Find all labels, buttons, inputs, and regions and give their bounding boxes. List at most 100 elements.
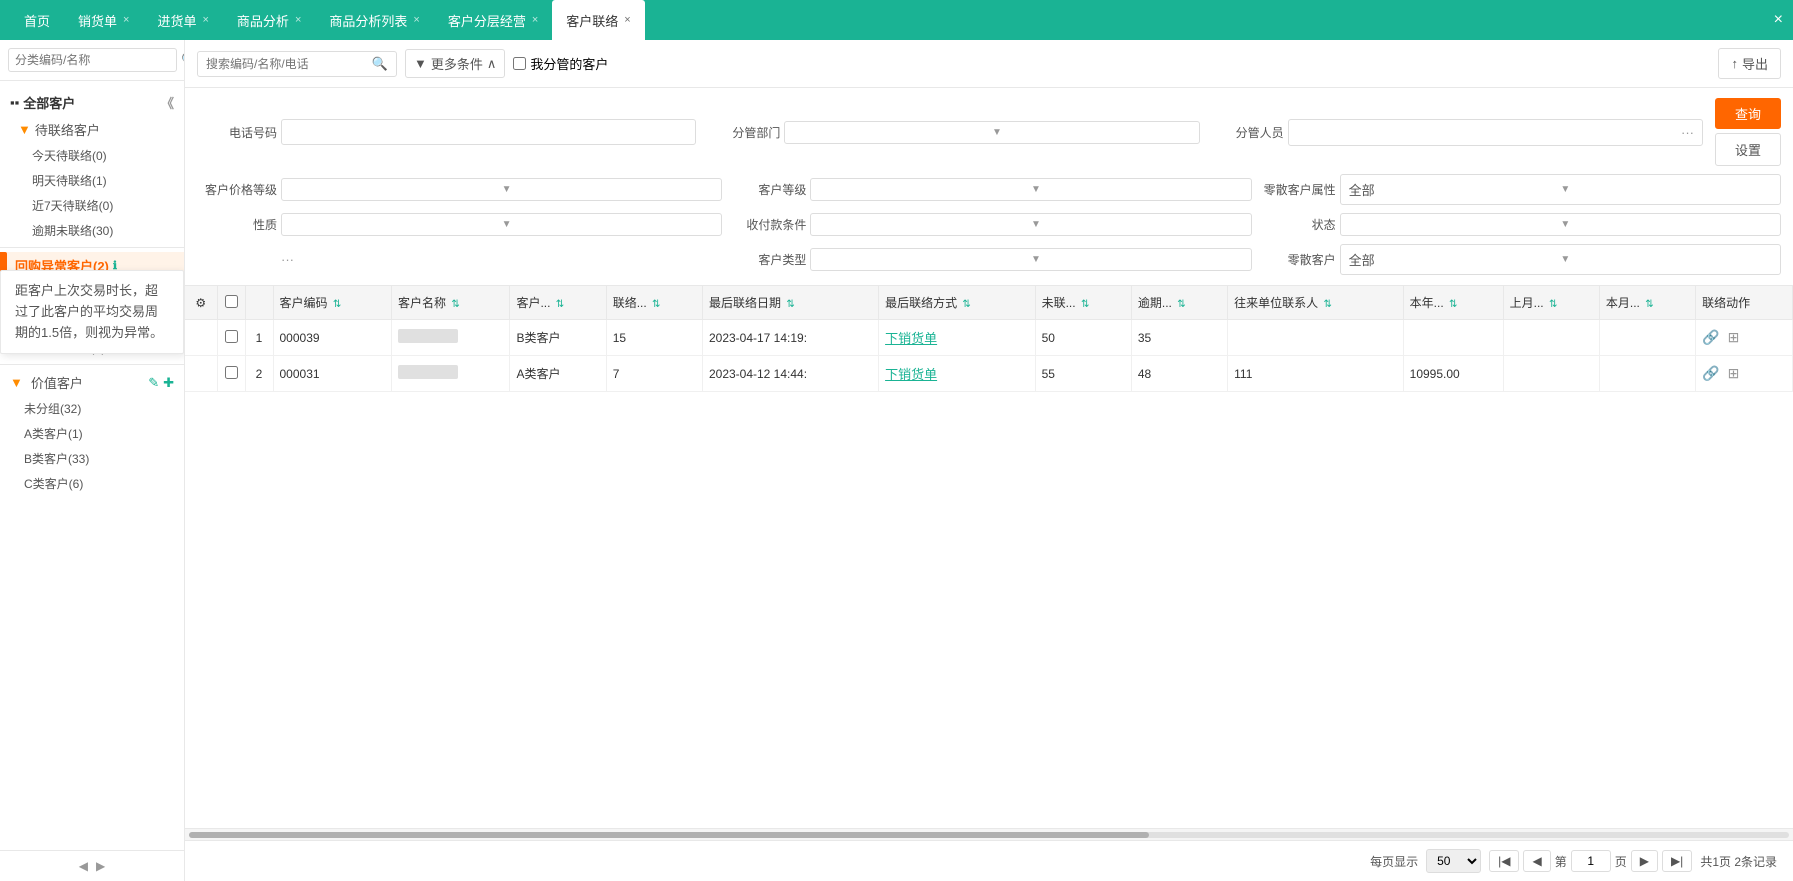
close-icon[interactable]: × (413, 14, 419, 26)
scrollbar-track[interactable] (189, 832, 1789, 838)
filter-row-2: 客户价格等级 ▼ 客户等级 ▼ 零散客户属性 全部 (197, 174, 1781, 205)
export-button[interactable]: ↑ 导出 (1718, 48, 1781, 79)
customer-type-label: 客户类型 (726, 251, 806, 268)
search-input[interactable] (206, 57, 372, 71)
more-dots-btn[interactable]: ··· (281, 252, 294, 267)
my-customer-checkbox[interactable] (513, 57, 526, 70)
phone-input[interactable] (281, 119, 696, 145)
sidebar-item-class-a[interactable]: A类客户(1) (0, 421, 184, 446)
nav-item-home[interactable]: 首页 (10, 0, 64, 40)
code-col-header[interactable]: 客户编码 ⇅ (273, 286, 391, 320)
checkbox-col-header[interactable] (217, 286, 245, 320)
per-page-select[interactable]: 50 100 200 (1426, 849, 1481, 873)
search-icon[interactable]: 🔍 (372, 56, 388, 72)
more-icon[interactable]: ··· (1681, 125, 1694, 140)
unit-contact-col-header[interactable]: 往来单位联系人 ⇅ (1228, 286, 1404, 320)
action-link-icon[interactable]: 🔗 (1702, 329, 1719, 346)
nav-item-purchase[interactable]: 进货单 × (143, 0, 222, 40)
close-icon[interactable]: × (295, 14, 301, 26)
checkbox-cell[interactable] (217, 320, 245, 356)
sidebar-item-class-c[interactable]: C类客户(6) (0, 471, 184, 496)
settings-col-header[interactable]: ⚙ (185, 286, 217, 320)
sidebar-item-today[interactable]: 今天待联络(0) (8, 143, 184, 168)
nav-item-analysis-list[interactable]: 商品分析列表 × (315, 0, 433, 40)
row-checkbox[interactable] (225, 330, 238, 343)
retail-attr-select[interactable]: 全部 ▼ (1340, 174, 1781, 205)
sort-icon: ⇅ (1449, 299, 1457, 310)
edit-icon[interactable]: ✎ (148, 375, 159, 391)
my-customer-checkbox-wrapper[interactable]: 我分管的客户 (513, 54, 608, 73)
sidebar-item-ungroup[interactable]: 未分组(32) (0, 396, 184, 421)
setting-button[interactable]: 设置 (1715, 133, 1781, 166)
sidebar-item-overdue[interactable]: 逾期未联络(30) (8, 218, 184, 243)
sidebar-divider2 (0, 364, 184, 365)
sidebar-search-input[interactable] (8, 48, 177, 72)
type-col-header[interactable]: 客户... ⇅ (510, 286, 606, 320)
last-page-button[interactable]: ▶| (1662, 850, 1692, 872)
query-button[interactable]: 查询 (1715, 98, 1781, 129)
last-contact-method-cell[interactable]: 下销货单 (879, 320, 1036, 356)
contact-count-col-header[interactable]: 联络... ⇅ (606, 286, 702, 320)
action-cell: 🔗 ⊞ (1696, 356, 1793, 392)
next-arrow[interactable]: ▶ (96, 859, 105, 873)
collapse-icon[interactable]: 《 (161, 93, 174, 112)
filter-row-3: 性质 ▼ 收付款条件 ▼ 状态 (197, 213, 1781, 236)
close-icon[interactable]: × (532, 14, 538, 26)
uncontacted-col-header[interactable]: 未联... ⇅ (1035, 286, 1131, 320)
grade-select[interactable]: ▼ (810, 178, 1251, 201)
per-page-label: 每页显示 (1370, 853, 1418, 870)
more-filter-button[interactable]: ▼ 更多条件 ∧ (405, 49, 505, 78)
name-col-header[interactable]: 客户名称 ⇅ (391, 286, 509, 320)
plus-icon[interactable]: ✚ (163, 375, 174, 391)
select-all-checkbox[interactable] (225, 295, 238, 308)
next-page-button[interactable]: ▶ (1631, 850, 1658, 872)
last-month-col-header[interactable]: 上月... ⇅ (1503, 286, 1599, 320)
sidebar-item-7days[interactable]: 近7天待联络(0) (8, 193, 184, 218)
nature-select[interactable]: ▼ (281, 213, 722, 236)
nav-item-customer-layers[interactable]: 客户分层经营 × (434, 0, 552, 40)
close-icon[interactable]: × (624, 14, 630, 26)
checkbox-cell[interactable] (217, 356, 245, 392)
price-grade-select[interactable]: ▼ (281, 178, 722, 201)
chevron-down-icon: ▼ (1560, 219, 1772, 230)
close-icon[interactable]: × (123, 14, 129, 26)
payment-select[interactable]: ▼ (810, 213, 1251, 236)
last-contact-method-col-header[interactable]: 最后联络方式 ⇅ (879, 286, 1036, 320)
nav-item-sales[interactable]: 销货单 × (64, 0, 143, 40)
sidebar-item-tomorrow[interactable]: 明天待联络(1) (8, 168, 184, 193)
filter-group-retail-customer: 零散客户 全部 ▼ (1256, 244, 1781, 275)
nav-item-customer-contact[interactable]: 客户联络 × (552, 0, 644, 40)
overdue-col-header[interactable]: 逾期... ⇅ (1131, 286, 1227, 320)
pending-contact-title[interactable]: ▼ 待联络客户 (8, 116, 184, 143)
action-link-icon[interactable]: 🔗 (1702, 365, 1719, 382)
value-customer-group-title[interactable]: ▼ 价值客户 ✎ ✚ (0, 369, 184, 396)
action-grid-icon[interactable]: ⊞ (1728, 365, 1740, 382)
row-checkbox[interactable] (225, 366, 238, 379)
phone-label: 电话号码 (197, 124, 277, 141)
page-nav: |◀ ◀ 第 页 ▶ ▶| (1489, 850, 1692, 872)
code-cell: 000039 (273, 320, 391, 356)
last-contact-method-cell[interactable]: 下销货单 (879, 356, 1036, 392)
search-icon[interactable]: 🔍 (181, 52, 185, 68)
customer-type-select[interactable]: ▼ (810, 248, 1251, 271)
dept-select[interactable]: ▼ (784, 121, 1199, 144)
close-all-button[interactable]: × (1774, 11, 1783, 29)
sidebar-item-class-b[interactable]: B类客户(33) (0, 446, 184, 471)
prev-arrow[interactable]: ◀ (79, 859, 88, 873)
retail-customer-select[interactable]: 全部 ▼ (1340, 244, 1781, 275)
this-month-col-header[interactable]: 本月... ⇅ (1599, 286, 1695, 320)
scrollbar-thumb[interactable] (189, 832, 1149, 838)
status-select[interactable]: ▼ (1340, 213, 1781, 236)
action-grid-icon[interactable]: ⊞ (1728, 329, 1740, 346)
this-year-col-header[interactable]: 本年... ⇅ (1403, 286, 1503, 320)
sidebar-divider (0, 247, 184, 248)
manager-input-wrapper: ··· (1288, 119, 1703, 146)
page-input[interactable] (1571, 850, 1611, 872)
last-contact-date-col-header[interactable]: 最后联络日期 ⇅ (702, 286, 878, 320)
nav-item-analysis[interactable]: 商品分析 × (223, 0, 315, 40)
close-icon[interactable]: × (202, 14, 208, 26)
prev-page-button[interactable]: ◀ (1523, 850, 1550, 872)
sidebar-all-customers[interactable]: ▪▪ 全部客户 《 (0, 89, 184, 116)
horizontal-scrollbar[interactable] (185, 828, 1793, 840)
first-page-button[interactable]: |◀ (1489, 850, 1519, 872)
